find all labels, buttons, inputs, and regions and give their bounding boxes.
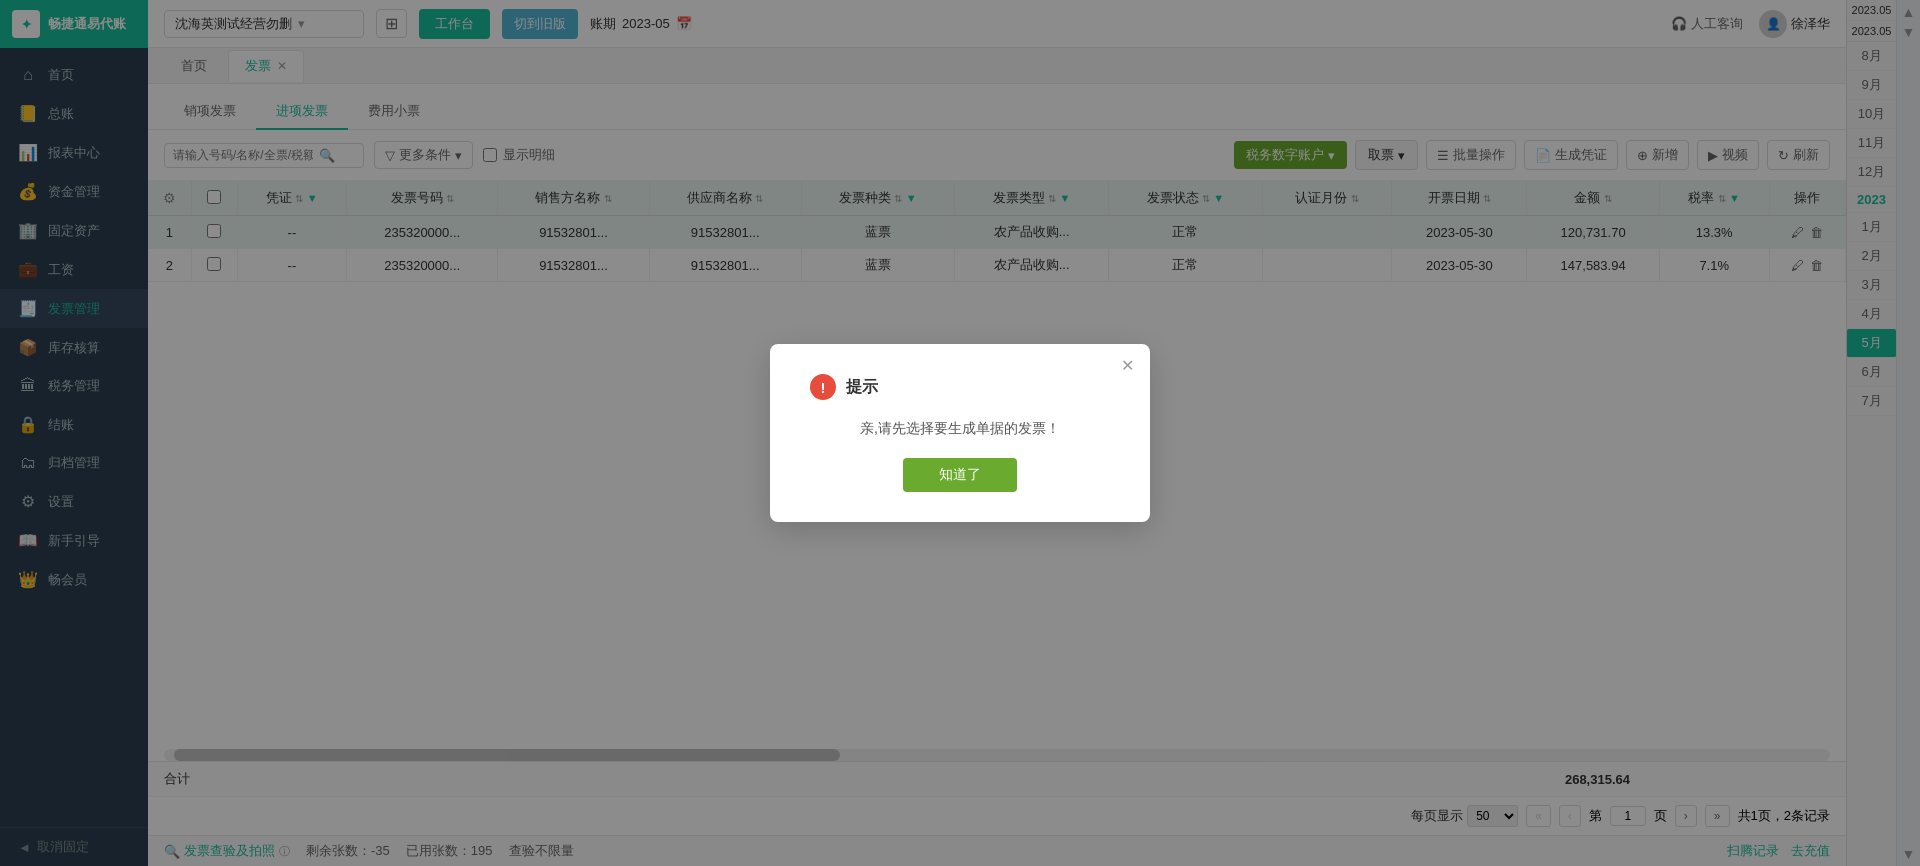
- modal-confirm-button[interactable]: 知道了: [903, 458, 1017, 492]
- modal-dialog: ✕ ! 提示 亲,请先选择要生成单据的发票！ 知道了: [770, 344, 1150, 522]
- modal-close-button[interactable]: ✕: [1121, 356, 1134, 375]
- modal-overlay: ✕ ! 提示 亲,请先选择要生成单据的发票！ 知道了: [0, 0, 1920, 866]
- modal-body: 亲,请先选择要生成单据的发票！: [810, 420, 1110, 438]
- modal-error-icon: !: [810, 374, 836, 400]
- modal-title: 提示: [846, 377, 878, 398]
- modal-title-row: ! 提示: [810, 374, 1110, 400]
